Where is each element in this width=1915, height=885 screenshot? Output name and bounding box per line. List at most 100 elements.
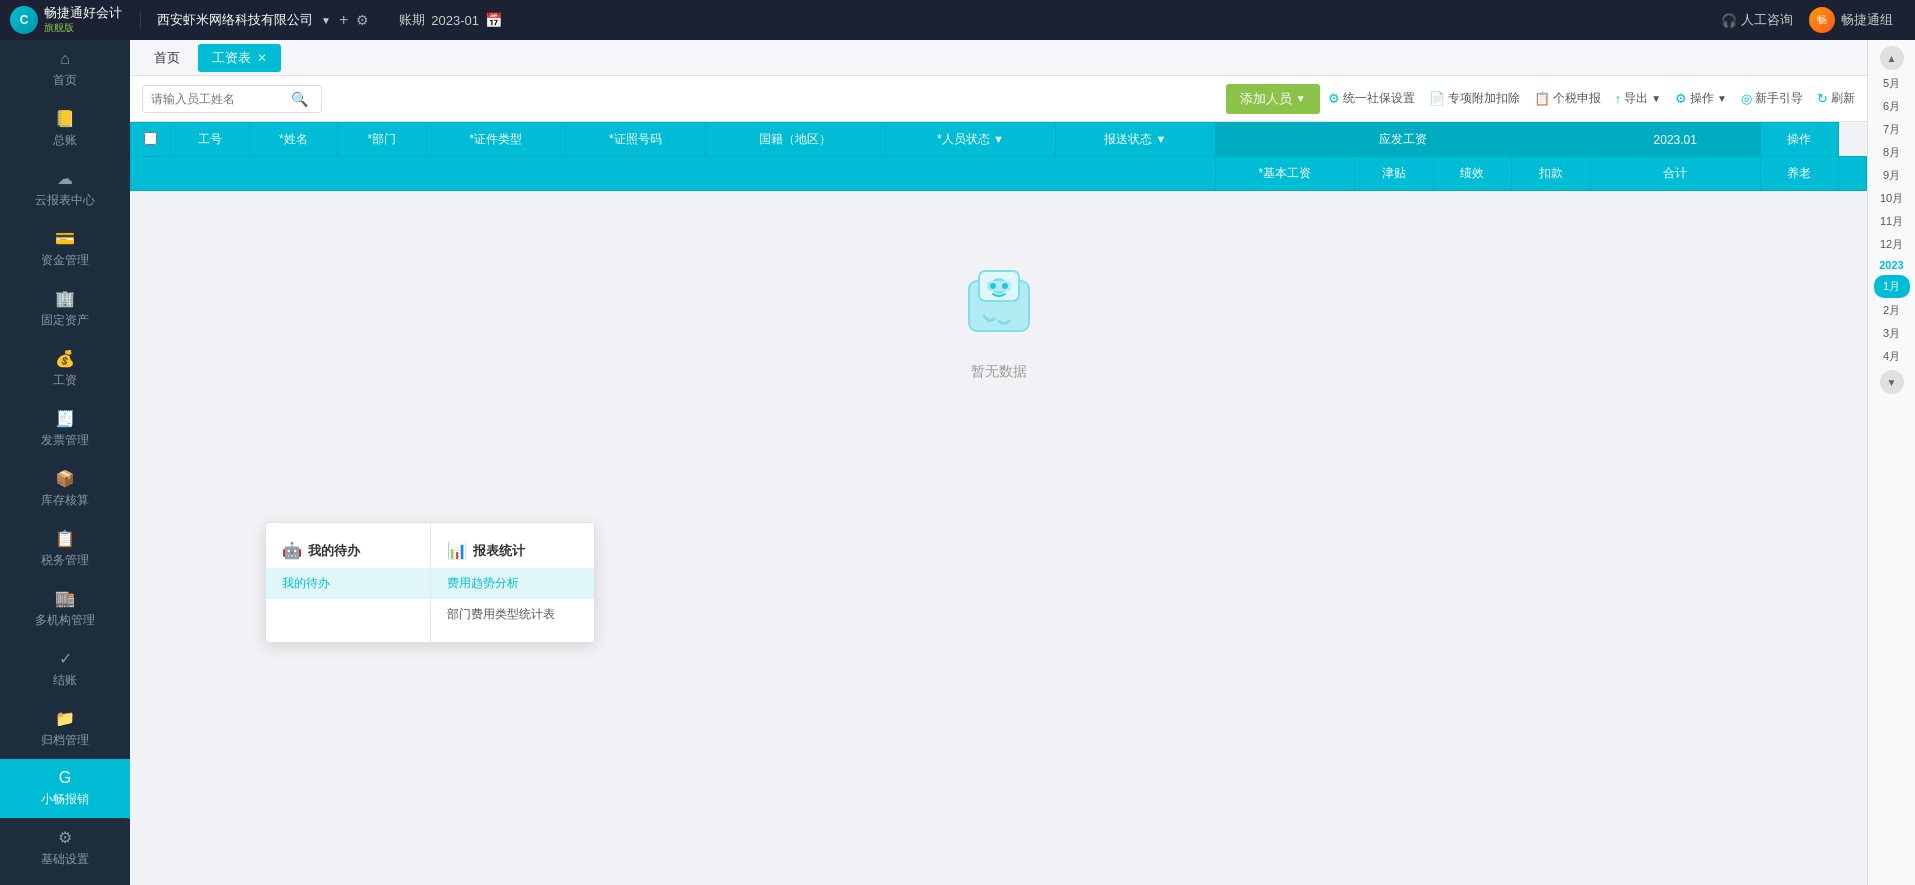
timeline-month-10[interactable]: 10月 (1868, 187, 1915, 210)
customer-service-label: 人工咨询 (1741, 11, 1793, 29)
export-action[interactable]: ↑ 导出 ▼ (1615, 90, 1661, 107)
customer-service-btn[interactable]: 🎧 人工咨询 (1721, 11, 1793, 29)
sidebar-label-settlement: 结账 (53, 672, 77, 689)
timeline-month-5[interactable]: 5月 (1868, 72, 1915, 95)
social-security-label: 统一社保设置 (1343, 90, 1415, 107)
calendar-icon[interactable]: 📅 (485, 12, 502, 28)
sidebar-item-new-guide[interactable]: ▷ 新手引导 (0, 878, 130, 885)
sidebar-item-invoice[interactable]: 🧾 发票管理 (0, 399, 130, 459)
home-icon: ⌂ (60, 50, 70, 68)
th-operations: 操作 (1760, 123, 1839, 157)
popup-left-col: 🤖 我的待办 我的待办 (266, 523, 430, 642)
timeline-panel: ▲ 5月 6月 7月 8月 9月 10月 11月 12月 2023 1月 2月 (1867, 40, 1915, 885)
personal-tax-action[interactable]: 📋 个税申报 (1534, 90, 1601, 107)
status-filter-icon[interactable]: ▼ (993, 133, 1004, 145)
logo-text-block: 畅捷通好会计 旗舰版 (44, 5, 122, 35)
period-label: 账期 (399, 11, 425, 29)
toolbar: 🔍 添加人员 ▼ ⚙ 统一社保设置 📄 专项附加扣除 📋 个税申报 (130, 76, 1867, 122)
popup-expense-trend[interactable]: 费用趋势分析 (431, 568, 595, 599)
operations-icon: ⚙ (1675, 91, 1687, 106)
company-selector[interactable]: 西安虾米网络科技有限公司 ▼ + ⚙ (140, 11, 385, 29)
add-company-icon[interactable]: + (339, 11, 348, 29)
sidebar-item-salary[interactable]: 💰 工资 (0, 339, 130, 399)
timeline-month-9[interactable]: 9月 (1868, 164, 1915, 187)
th-id-type: *证件类型 (426, 123, 565, 157)
search-icon[interactable]: 🔍 (291, 91, 308, 107)
timeline-month-12[interactable]: 12月 (1868, 233, 1915, 256)
search-input[interactable] (151, 92, 291, 106)
timeline-up-arrow[interactable]: ▲ (1880, 46, 1904, 70)
timeline-month-4[interactable]: 4月 (1868, 345, 1915, 368)
top-header: C 畅捷通好会计 旗舰版 西安虾米网络科技有限公司 ▼ + ⚙ 账期 2023-… (0, 0, 1915, 40)
timeline-month-2[interactable]: 2月 (1868, 299, 1915, 322)
timeline-month-6[interactable]: 6月 (1868, 95, 1915, 118)
settings-icon[interactable]: ⚙ (356, 12, 369, 28)
inventory-icon: 📦 (55, 469, 75, 488)
special-deduction-action[interactable]: 📄 专项附加扣除 (1429, 90, 1520, 107)
add-employee-button[interactable]: 添加人员 ▼ (1226, 84, 1320, 114)
sidebar-item-fixed-assets[interactable]: 🏢 固定资产 (0, 279, 130, 339)
sidebar-item-inventory[interactable]: 📦 库存核算 (0, 459, 130, 519)
sidebar-item-xiaochang[interactable]: G 小畅报销 (0, 759, 130, 818)
sidebar-item-archive[interactable]: 📁 归档管理 (0, 699, 130, 759)
sidebar-item-tax[interactable]: 📋 税务管理 (0, 519, 130, 579)
special-deduction-icon: 📄 (1429, 91, 1445, 106)
refresh-icon: ↻ (1817, 91, 1828, 106)
logo-icon: C (10, 6, 38, 34)
tab-salary[interactable]: 工资表 ✕ (198, 44, 281, 72)
user-menu[interactable]: 畅 畅捷通组 (1809, 7, 1893, 33)
period-value: 2023-01 (431, 13, 479, 28)
new-guide-label: 新手引导 (1755, 90, 1803, 107)
empty-icon (949, 251, 1049, 351)
timeline-month-11[interactable]: 11月 (1868, 210, 1915, 233)
new-guide-action[interactable]: ◎ 新手引导 (1741, 90, 1803, 107)
sidebar-label-inventory: 库存核算 (41, 492, 89, 509)
th-salary-group: 应发工资 (1215, 123, 1590, 157)
sidebar-label-fixed-assets: 固定资产 (41, 312, 89, 329)
logo-area: C 畅捷通好会计 旗舰版 (10, 5, 140, 35)
th-pension: 养老 (1760, 157, 1839, 191)
operations-action[interactable]: ⚙ 操作 ▼ (1675, 90, 1727, 107)
th-id-number: *证照号码 (566, 123, 705, 157)
report-status-filter-icon[interactable]: ▼ (1155, 133, 1166, 145)
social-security-action[interactable]: ⚙ 统一社保设置 (1328, 90, 1415, 107)
timeline-month-3[interactable]: 3月 (1868, 322, 1915, 345)
tab-home[interactable]: 首页 (140, 44, 194, 72)
refresh-action[interactable]: ↻ 刷新 (1817, 90, 1855, 107)
popup-dept-expense[interactable]: 部门费用类型统计表 (431, 599, 595, 630)
multi-org-icon: 🏬 (55, 589, 75, 608)
sidebar-item-multi-org[interactable]: 🏬 多机构管理 (0, 579, 130, 639)
sidebar-item-basic-settings[interactable]: ⚙ 基础设置 (0, 818, 130, 878)
timeline-month-8[interactable]: 8月 (1868, 141, 1915, 164)
popup-my-todo[interactable]: 我的待办 (266, 568, 430, 599)
search-box: 🔍 (142, 85, 322, 113)
headset-icon: 🎧 (1721, 13, 1737, 28)
timeline-down-arrow[interactable]: ▼ (1880, 370, 1904, 394)
popup-left-header: 🤖 我的待办 (266, 535, 430, 568)
sidebar-item-fund[interactable]: 💳 资金管理 (0, 219, 130, 279)
th-allowance: 津贴 (1355, 157, 1434, 191)
timeline-month-7[interactable]: 7月 (1868, 118, 1915, 141)
personal-tax-label: 个税申报 (1553, 90, 1601, 107)
popup-left-title: 我的待办 (308, 542, 360, 560)
empty-text: 暂无数据 (971, 363, 1027, 381)
timeline-month-1[interactable]: 1月 (1874, 275, 1910, 298)
user-name: 畅捷通组 (1841, 11, 1893, 29)
th-deduction: 扣款 (1512, 157, 1591, 191)
special-deduction-label: 专项附加扣除 (1448, 90, 1520, 107)
operations-arrow-icon: ▼ (1717, 93, 1727, 104)
sidebar-label-xiaochang: 小畅报销 (41, 791, 89, 808)
sidebar-item-home[interactable]: ⌂ 首页 (0, 40, 130, 99)
period-selector[interactable]: 账期 2023-01 📅 (385, 11, 516, 29)
company-dropdown-icon[interactable]: ▼ (321, 15, 331, 26)
popup-right-header: 📊 报表统计 (431, 535, 595, 568)
th-checkbox[interactable] (131, 123, 171, 157)
sidebar-item-ledger[interactable]: 📒 总账 (0, 99, 130, 159)
sidebar-item-cloud-report[interactable]: ☁ 云报表中心 (0, 159, 130, 219)
sidebar-item-settlement[interactable]: ✓ 结账 (0, 639, 130, 699)
tab-home-label: 首页 (154, 49, 180, 67)
select-all-checkbox[interactable] (144, 132, 157, 145)
th-report-status: 报送状态 ▼ (1055, 123, 1215, 157)
todo-header-icon: 🤖 (282, 541, 302, 560)
tab-salary-close[interactable]: ✕ (257, 51, 267, 65)
